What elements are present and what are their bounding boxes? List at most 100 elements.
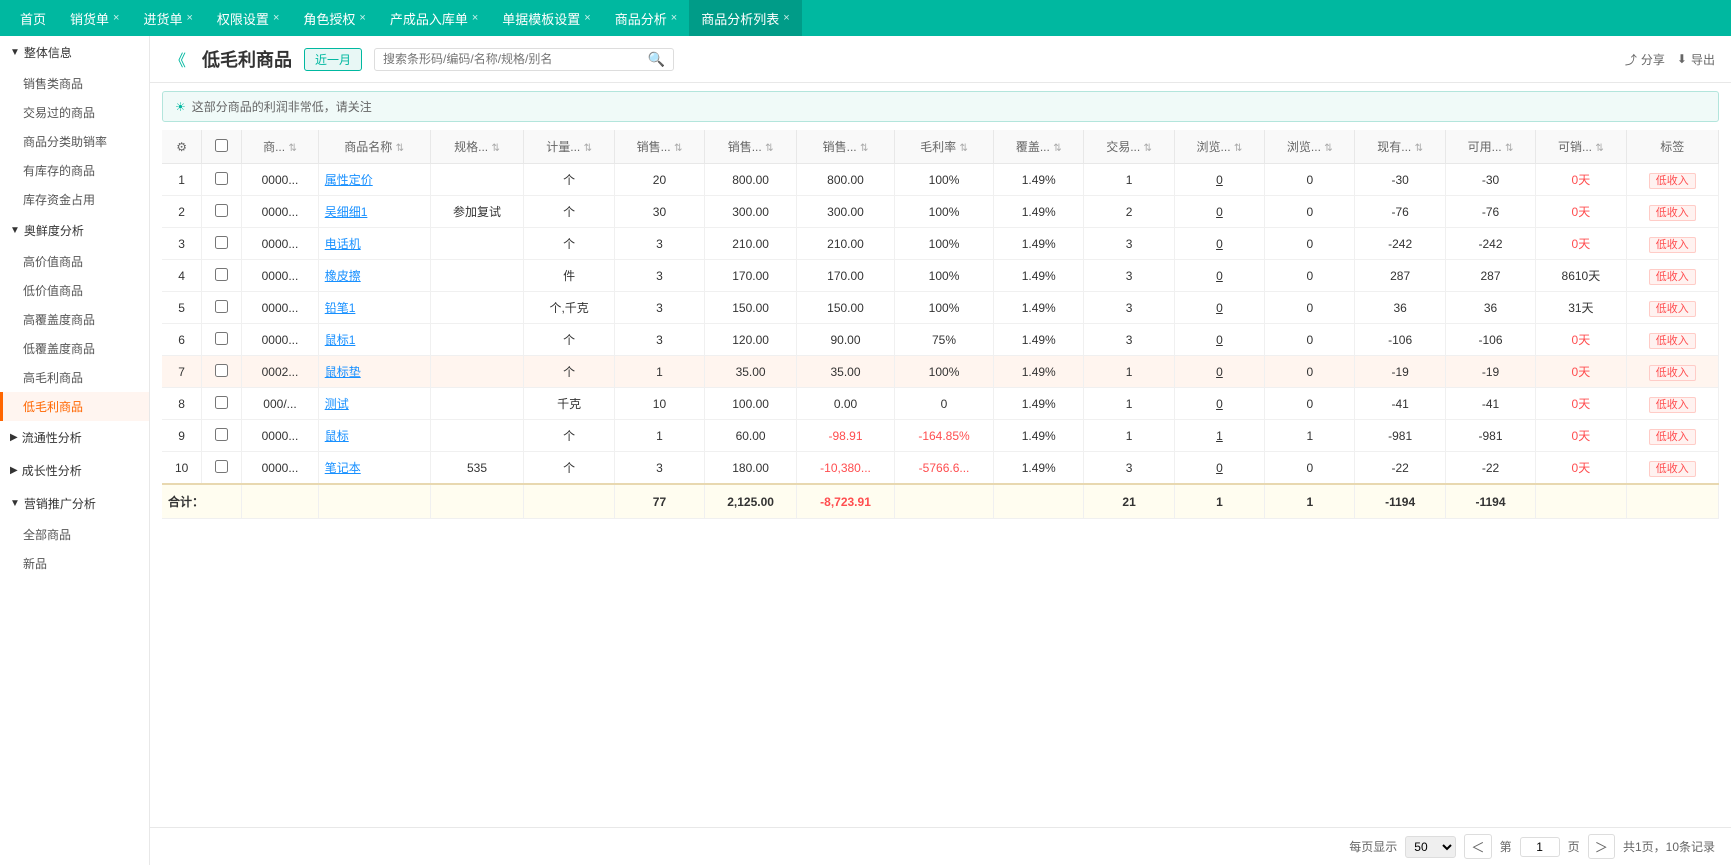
col-coverage[interactable]: 覆盖... ⇅ [994,130,1084,164]
row-select-checkbox[interactable] [215,364,228,377]
row-name[interactable]: 橡皮擦 [318,260,430,292]
sidebar-collapse-button[interactable]: 《 [166,47,190,71]
row-select-checkbox[interactable] [215,268,228,281]
sidebar-section-growth[interactable]: ▶ 成长性分析 [0,454,149,487]
row-checkbox[interactable] [202,292,242,324]
row-select-checkbox[interactable] [215,396,228,409]
sidebar-item-sales-goods[interactable]: 销售类商品 [0,69,149,98]
sidebar-item-new-goods[interactable]: 新品 [0,549,149,578]
row-browse1[interactable]: 0 [1174,452,1264,485]
row-name[interactable]: 鼠标 [318,420,430,452]
col-sales-price[interactable]: 销售... ⇅ [705,130,797,164]
sidebar-item-inventory-capital[interactable]: 库存资金占用 [0,185,149,214]
nav-template-settings[interactable]: 单据模板设置 × [490,0,602,36]
close-icon[interactable]: × [186,12,192,24]
col-browse2[interactable]: 浏览... ⇅ [1265,130,1355,164]
sidebar-section-marketing[interactable]: ▼ 营销推广分析 [0,487,149,520]
row-checkbox[interactable] [202,164,242,196]
close-icon[interactable]: × [273,12,279,24]
row-checkbox[interactable] [202,420,242,452]
col-gross-margin[interactable]: 毛利率 ⇅ [895,130,994,164]
col-checkbox[interactable] [202,130,242,164]
sidebar-section-liquidity[interactable]: ▶ 流通性分析 [0,421,149,454]
nav-permission-settings[interactable]: 权限设置 × [205,0,291,36]
row-name[interactable]: 笔记本 [318,452,430,485]
sidebar-section-overall[interactable]: ▼ 整体信息 [0,36,149,69]
nav-home[interactable]: 首页 [8,0,58,36]
row-browse1[interactable]: 0 [1174,388,1264,420]
col-sales-qty[interactable]: 销售... ⇅ [614,130,704,164]
nav-role-auth[interactable]: 角色授权 × [291,0,377,36]
row-browse1[interactable]: 0 [1174,292,1264,324]
row-name[interactable]: 电话机 [318,228,430,260]
close-icon[interactable]: × [783,12,789,24]
sidebar-item-low-coverage[interactable]: 低覆盖度商品 [0,334,149,363]
nav-sales-order[interactable]: 销货单 × [58,0,131,36]
col-sales-amount[interactable]: 销售... ⇅ [797,130,895,164]
row-browse1[interactable]: 0 [1174,324,1264,356]
sidebar-section-freshness[interactable]: ▼ 奥鲜度分析 [0,214,149,247]
per-page-select[interactable]: 50 20 100 [1405,836,1456,858]
col-transaction[interactable]: 交易... ⇅ [1084,130,1174,164]
col-sellable[interactable]: 可销... ⇅ [1536,130,1626,164]
row-browse1[interactable]: 0 [1174,196,1264,228]
col-tag[interactable]: 标签 [1626,130,1718,164]
col-browse1[interactable]: 浏览... ⇅ [1174,130,1264,164]
row-name[interactable]: 鼠标1 [318,324,430,356]
row-checkbox[interactable] [202,196,242,228]
col-available[interactable]: 可用... ⇅ [1445,130,1535,164]
row-select-checkbox[interactable] [215,428,228,441]
col-unit[interactable]: 计量... ⇅ [524,130,614,164]
page-number-input[interactable] [1520,837,1560,857]
row-checkbox[interactable] [202,324,242,356]
sidebar-item-high-value[interactable]: 高价值商品 [0,247,149,276]
row-browse1[interactable]: 0 [1174,260,1264,292]
nav-product-analysis-list[interactable]: 商品分析列表 × [689,0,801,36]
sidebar-item-all-goods[interactable]: 全部商品 [0,520,149,549]
row-select-checkbox[interactable] [215,460,228,473]
sidebar-item-high-margin[interactable]: 高毛利商品 [0,363,149,392]
row-name[interactable]: 测试 [318,388,430,420]
nav-purchase-order[interactable]: 进货单 × [131,0,204,36]
row-select-checkbox[interactable] [215,204,228,217]
share-button[interactable]: ⤴ 分享 [1625,51,1665,68]
close-icon[interactable]: × [472,12,478,24]
sidebar-item-low-margin[interactable]: 低毛利商品 [0,392,149,421]
row-browse1[interactable]: 1 [1174,420,1264,452]
export-button[interactable]: ⬇ 导出 [1677,51,1715,68]
close-icon[interactable]: × [113,12,119,24]
row-browse1[interactable]: 0 [1174,356,1264,388]
sidebar-item-low-value[interactable]: 低价值商品 [0,276,149,305]
row-checkbox[interactable] [202,228,242,260]
sidebar-item-traded-goods[interactable]: 交易过的商品 [0,98,149,127]
close-icon[interactable]: × [671,12,677,24]
col-name[interactable]: 商品名称 ⇅ [318,130,430,164]
filter-recent-month-button[interactable]: 近一月 [304,48,362,71]
sidebar-item-category-rate[interactable]: 商品分类助销率 [0,127,149,156]
sidebar-item-high-coverage[interactable]: 高覆盖度商品 [0,305,149,334]
select-all-checkbox[interactable] [215,139,228,152]
row-browse1[interactable]: 0 [1174,228,1264,260]
col-code[interactable]: 商... ⇅ [242,130,318,164]
close-icon[interactable]: × [584,12,590,24]
nav-product-analysis[interactable]: 商品分析 × [603,0,689,36]
nav-product-warehouse[interactable]: 产成品入库单 × [378,0,490,36]
row-name[interactable]: 属性定价 [318,164,430,196]
row-browse1[interactable]: 0 [1174,164,1264,196]
row-select-checkbox[interactable] [215,300,228,313]
row-name[interactable]: 铅笔1 [318,292,430,324]
row-select-checkbox[interactable] [215,332,228,345]
search-input[interactable] [383,52,648,66]
row-name[interactable]: 吴细细1 [318,196,430,228]
prev-page-button[interactable]: ＜ [1464,834,1491,859]
close-icon[interactable]: × [359,12,365,24]
col-spec[interactable]: 规格... ⇅ [430,130,524,164]
row-checkbox[interactable] [202,452,242,485]
row-checkbox[interactable] [202,260,242,292]
next-page-button[interactable]: ＞ [1588,834,1615,859]
sidebar-item-stocked-goods[interactable]: 有库存的商品 [0,156,149,185]
search-icon[interactable]: 🔍 [648,51,665,68]
col-current-stock[interactable]: 现有... ⇅ [1355,130,1445,164]
row-select-checkbox[interactable] [215,172,228,185]
row-checkbox[interactable] [202,356,242,388]
